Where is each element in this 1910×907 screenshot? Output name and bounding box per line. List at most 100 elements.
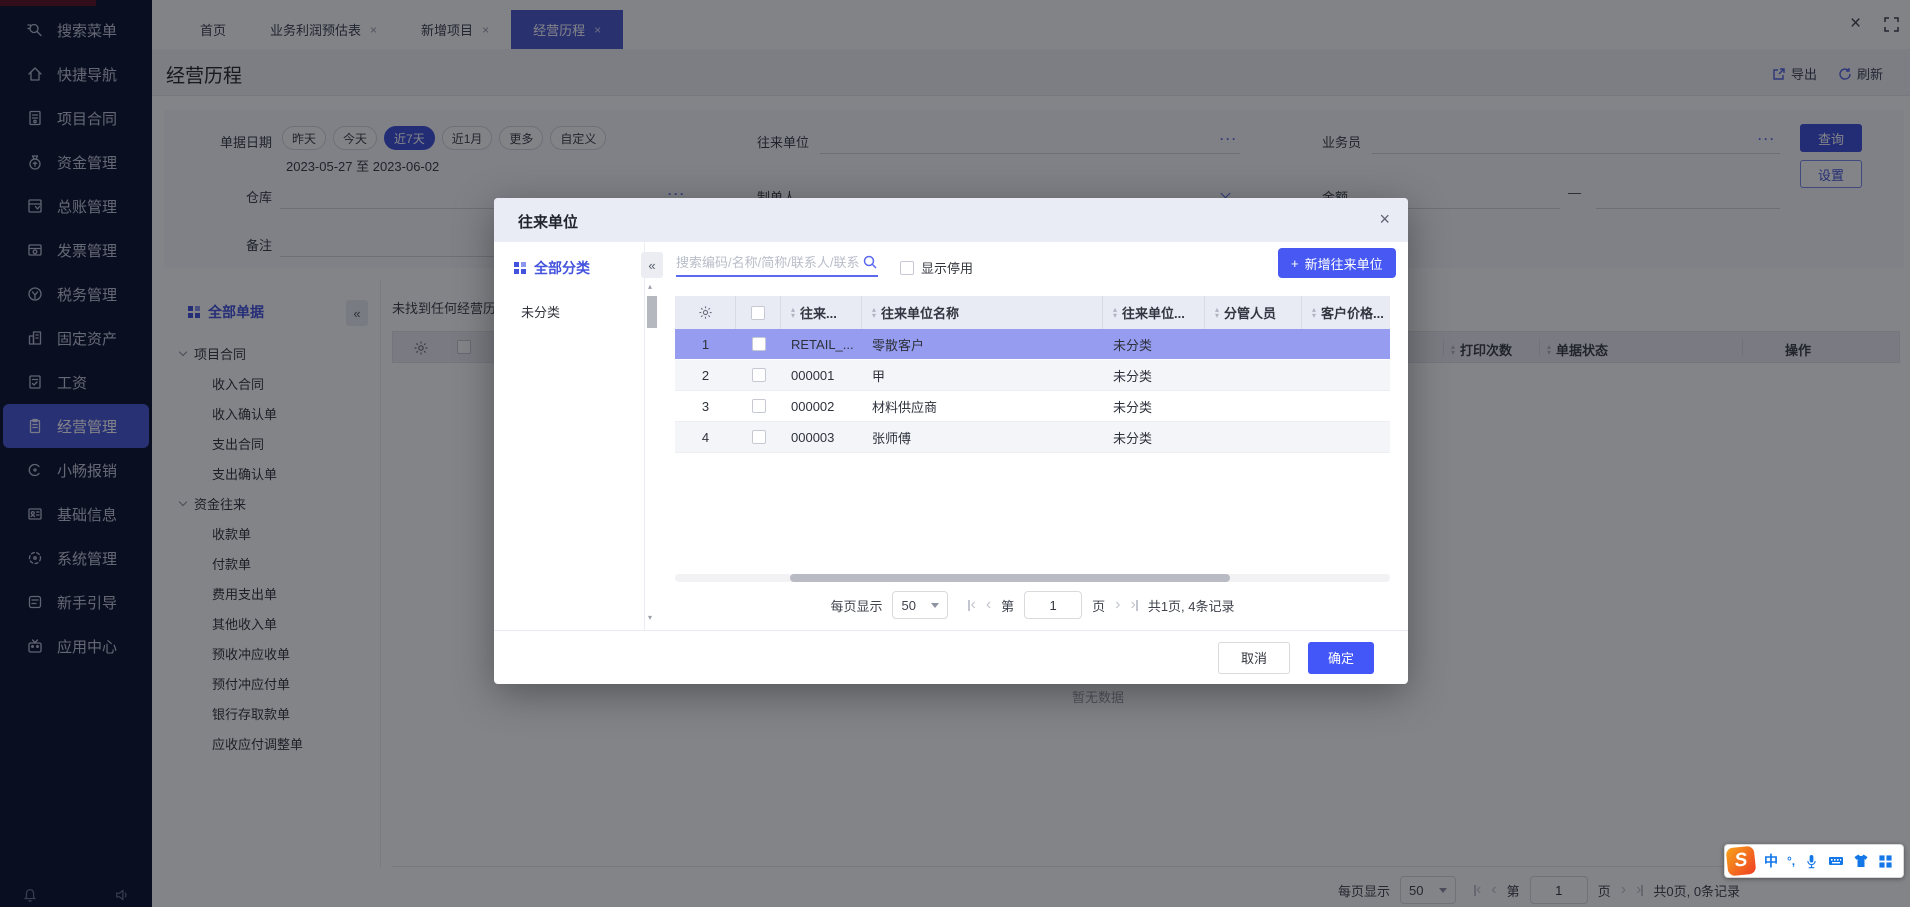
per-page-label: 每页显示 xyxy=(830,598,883,614)
show-disabled-checkbox[interactable] xyxy=(900,260,914,275)
row-name: 张师傅 xyxy=(872,430,912,446)
add-partner-button[interactable]: + 新增往来单位 xyxy=(1278,248,1396,278)
sort-icon[interactable]: ▴▾ xyxy=(791,305,795,319)
row-checkbox-cell xyxy=(736,422,781,452)
modal-footer: 取消 确定 xyxy=(494,630,1408,684)
header-cell-code[interactable]: ▴ ▾ 往来... xyxy=(781,296,862,329)
row-manager xyxy=(1205,360,1302,390)
row-manager xyxy=(1205,422,1302,452)
column-label: 往来... xyxy=(800,306,837,321)
row-index: 2 xyxy=(701,367,710,383)
page-number-input[interactable] xyxy=(1024,591,1083,619)
header-cell-category[interactable]: ▴ ▾ 往来单位... xyxy=(1103,296,1205,329)
partner-picker-modal: 往来单位 × 全部分类 未分类 ▴ ▾ « 显示停用 + 新增往来单位 xyxy=(494,198,1408,684)
ime-language-toggle[interactable]: 中 xyxy=(1764,851,1778,871)
header-cell-price[interactable]: ▴ ▾ 客户价格... xyxy=(1302,296,1390,329)
category-scrollbar: ▴ ▾ xyxy=(645,242,660,630)
table-row[interactable]: 4 000003 张师傅 未分类 xyxy=(675,422,1390,453)
row-index: 4 xyxy=(701,429,710,445)
sort-icon[interactable]: ▴▾ xyxy=(872,305,876,319)
row-checkbox-cell xyxy=(736,329,781,359)
first-page-button[interactable]: ‹ xyxy=(968,596,976,614)
confirm-button[interactable]: 确定 xyxy=(1308,641,1374,674)
modal-pagination: 每页显示 50 ‹ ‹ 第 页 › › 共1页, 4条记录 xyxy=(675,590,1390,620)
row-category: 未分类 xyxy=(1113,368,1153,384)
all-categories-item[interactable]: 全部分类 xyxy=(514,258,590,278)
show-disabled-label: 显示停用 xyxy=(921,261,974,276)
all-categories-label: 全部分类 xyxy=(534,260,590,276)
table-horizontal-scrollbar xyxy=(675,574,1390,582)
row-category: 未分类 xyxy=(1113,399,1153,415)
page-suffix: 页 xyxy=(1092,598,1106,614)
add-partner-label: 新增往来单位 xyxy=(1304,256,1383,272)
keyboard-icon[interactable] xyxy=(1828,853,1844,869)
ime-punctuation-toggle[interactable]: °, xyxy=(1787,854,1795,868)
row-price xyxy=(1302,422,1390,452)
header-cell-name[interactable]: ▴ ▾ 往来单位名称 xyxy=(862,296,1103,329)
scroll-down-icon[interactable]: ▾ xyxy=(648,613,652,622)
column-settings-gear-icon[interactable] xyxy=(698,305,713,320)
show-disabled-option: 显示停用 xyxy=(900,258,973,277)
row-index: 3 xyxy=(701,398,710,414)
modal-search-box xyxy=(676,254,878,277)
modal-search-input[interactable] xyxy=(676,254,862,270)
cancel-button[interactable]: 取消 xyxy=(1218,641,1290,674)
row-category: 未分类 xyxy=(1113,430,1153,446)
last-page-button[interactable]: › xyxy=(1131,596,1138,614)
scroll-up-icon[interactable]: ▴ xyxy=(648,282,652,291)
partner-table: ▴ ▾ 往来... ▴ ▾ 往来单位名称 ▴ ▾ 往来单位... ▴ ▾ 分管人员 ▴ ▾ xyxy=(675,296,1390,453)
row-code: 000003 xyxy=(791,429,835,445)
column-label: 客户价格... xyxy=(1321,306,1384,321)
category-item-uncategorized[interactable]: 未分类 xyxy=(521,302,560,321)
search-icon[interactable] xyxy=(862,254,878,270)
row-checkbox-cell xyxy=(736,391,781,421)
toolbox-grid-icon[interactable] xyxy=(1878,854,1893,869)
row-category: 未分类 xyxy=(1113,337,1153,353)
row-checkbox[interactable] xyxy=(751,337,766,351)
select-all-checkbox[interactable] xyxy=(751,305,765,320)
sort-icon[interactable]: ▴▾ xyxy=(1113,305,1117,319)
partner-table-header: ▴ ▾ 往来... ▴ ▾ 往来单位名称 ▴ ▾ 往来单位... ▴ ▾ 分管人员 ▴ ▾ xyxy=(675,296,1390,329)
row-price xyxy=(1302,329,1390,359)
header-cell-manager[interactable]: ▴ ▾ 分管人员 xyxy=(1205,296,1302,329)
row-code: RETAIL_... xyxy=(791,336,854,352)
row-checkbox[interactable] xyxy=(751,399,766,413)
sort-icon[interactable]: ▴▾ xyxy=(1312,305,1316,319)
row-manager xyxy=(1205,329,1302,359)
table-row[interactable]: 2 000001 甲 未分类 xyxy=(675,360,1390,391)
per-page-select[interactable]: 50 xyxy=(892,591,949,619)
row-price xyxy=(1302,360,1390,390)
modal-title: 往来单位 xyxy=(518,214,579,231)
category-panel: 全部分类 未分类 xyxy=(494,242,645,630)
row-name: 甲 xyxy=(872,368,886,384)
grid-icon xyxy=(514,262,526,274)
category-collapse-button[interactable]: « xyxy=(641,252,663,278)
row-name: 零散客户 xyxy=(872,337,925,353)
column-label: 往来单位名称 xyxy=(881,306,960,321)
row-code: 000002 xyxy=(791,398,835,414)
skin-shirt-icon[interactable] xyxy=(1853,853,1869,869)
pagination-summary: 共1页, 4条记录 xyxy=(1147,598,1235,614)
header-cell-settings xyxy=(675,296,736,329)
row-checkbox-cell xyxy=(736,360,781,390)
column-label: 往来单位... xyxy=(1122,306,1185,321)
chevron-down-icon xyxy=(931,602,940,608)
next-page-button[interactable]: › xyxy=(1115,596,1120,614)
row-checkbox[interactable] xyxy=(751,368,766,382)
microphone-icon[interactable] xyxy=(1804,854,1819,869)
table-row[interactable]: 3 000002 材料供应商 未分类 xyxy=(675,391,1390,422)
scrollbar-thumb[interactable] xyxy=(647,296,657,328)
prev-page-button[interactable]: ‹ xyxy=(986,596,991,614)
scrollbar-thumb[interactable] xyxy=(790,574,1230,582)
row-manager xyxy=(1205,391,1302,421)
row-code: 000001 xyxy=(791,367,835,383)
sort-icon[interactable]: ▴▾ xyxy=(1215,305,1219,319)
modal-close-icon[interactable]: × xyxy=(1379,209,1390,230)
table-row[interactable]: 1 RETAIL_... 零散客户 未分类 xyxy=(675,329,1390,360)
sogou-logo-icon[interactable]: S xyxy=(1725,845,1757,877)
modal-header: 往来单位 × xyxy=(494,198,1408,242)
row-checkbox[interactable] xyxy=(751,430,766,444)
column-label: 分管人员 xyxy=(1224,306,1277,321)
row-price xyxy=(1302,391,1390,421)
row-name: 材料供应商 xyxy=(872,399,938,415)
